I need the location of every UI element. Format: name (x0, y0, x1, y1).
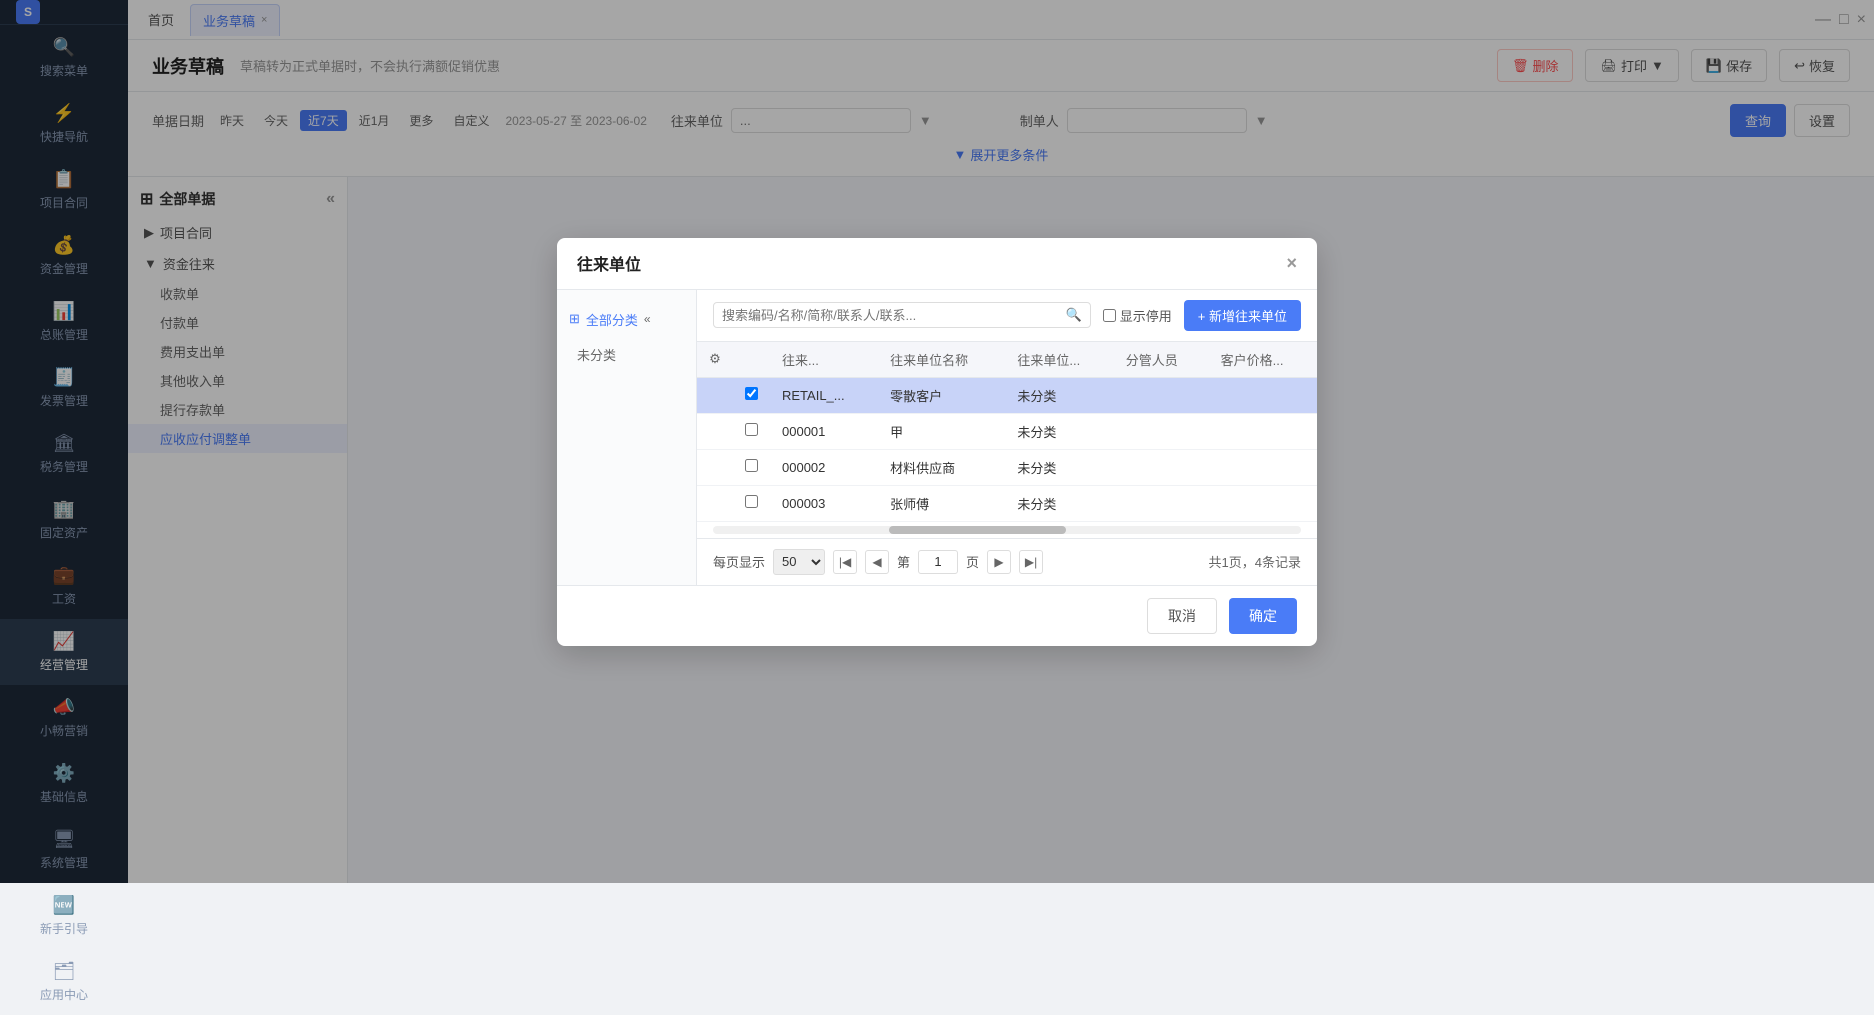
partner-dialog: 往来单位 × ⊞ 全部分类 « 未分类 (557, 238, 1317, 646)
row-manager-cell (1114, 413, 1209, 449)
row-price-cell (1209, 485, 1317, 521)
row-settings-cell (697, 449, 733, 485)
appcenter-icon: 🗂 (53, 961, 76, 982)
row-name-cell: 甲 (878, 413, 1005, 449)
scroll-thumb (889, 526, 1065, 534)
collapse-arrow-icon[interactable]: « (644, 312, 651, 326)
dialog-pagination: 每页显示 50 10 20 100 |◀ ◀ 第 页 ▶ ▶| 共1页，4条记录 (697, 538, 1317, 585)
partner-table: ⚙ 往来... 往来单位名称 往来单位... 分管人员 客户价格... (697, 342, 1317, 522)
total-info: 共1页，4条记录 (1209, 552, 1301, 571)
cancel-button[interactable]: 取消 (1147, 598, 1217, 634)
dialog-right-panel: 🔍 显示停用 + 新增往来单位 ⚙ (697, 290, 1317, 585)
sidebar-item-newguide[interactable]: 🆕 新手引导 (0, 883, 128, 949)
per-page-label: 每页显示 (713, 552, 765, 571)
row-code-cell: RETAIL_... (770, 377, 878, 413)
th-type[interactable]: 往来单位... (1005, 342, 1113, 378)
dialog-footer: 取消 确定 (557, 585, 1317, 646)
table-row[interactable]: RETAIL_... 零散客户 未分类 (697, 377, 1317, 413)
row-settings-cell (697, 413, 733, 449)
th-price[interactable]: 客户价格... (1209, 342, 1317, 378)
row-code-cell: 000002 (770, 449, 878, 485)
confirm-button[interactable]: 确定 (1229, 598, 1297, 634)
category-all[interactable]: ⊞ 全部分类 « (557, 302, 696, 337)
first-page-btn[interactable]: |◀ (833, 550, 857, 574)
table-header-row: ⚙ 往来... 往来单位名称 往来单位... 分管人员 客户价格... (697, 342, 1317, 378)
sidebar-item-label: 应用中心 (40, 986, 88, 1003)
table-body: RETAIL_... 零散客户 未分类 000001 甲 未分类 000002 … (697, 377, 1317, 521)
sidebar-item-appcenter[interactable]: 🗂 应用中心 (0, 949, 128, 1015)
per-page-select[interactable]: 50 10 20 100 (773, 549, 825, 575)
row-price-cell (1209, 449, 1317, 485)
row-name-cell: 零散客户 (878, 377, 1005, 413)
dialog-table: ⚙ 往来... 往来单位名称 往来单位... 分管人员 客户价格... (697, 342, 1317, 522)
last-page-btn[interactable]: ▶| (1019, 550, 1043, 574)
th-code[interactable]: 往来... (770, 342, 878, 378)
dialog-header: 往来单位 × (557, 238, 1317, 290)
row-manager-cell (1114, 485, 1209, 521)
row-check-cell[interactable] (733, 485, 770, 521)
row-type-cell: 未分类 (1005, 449, 1113, 485)
row-check-cell[interactable] (733, 377, 770, 413)
dialog-category-panel: ⊞ 全部分类 « 未分类 (557, 290, 697, 585)
table-row[interactable]: 000001 甲 未分类 (697, 413, 1317, 449)
show-disabled-input[interactable] (1103, 309, 1116, 322)
row-manager-cell (1114, 377, 1209, 413)
row-name-cell: 材料供应商 (878, 449, 1005, 485)
th-name[interactable]: 往来单位名称 (878, 342, 1005, 378)
dialog-overlay: 往来单位 × ⊞ 全部分类 « 未分类 (0, 0, 1874, 883)
table-row[interactable]: 000002 材料供应商 未分类 (697, 449, 1317, 485)
add-partner-button[interactable]: + 新增往来单位 (1184, 300, 1301, 331)
row-type-cell: 未分类 (1005, 377, 1113, 413)
row-name-cell: 张师傅 (878, 485, 1005, 521)
row-code-cell: 000003 (770, 485, 878, 521)
dialog-body: ⊞ 全部分类 « 未分类 🔍 显示停 (557, 290, 1317, 585)
search-icon: 🔍 (1066, 307, 1082, 323)
row-check-cell[interactable] (733, 413, 770, 449)
dialog-toolbar: 🔍 显示停用 + 新增往来单位 (697, 290, 1317, 342)
row-manager-cell (1114, 449, 1209, 485)
grid-icon: ⊞ (569, 311, 580, 327)
row-check-cell[interactable] (733, 449, 770, 485)
th-settings[interactable]: ⚙ (697, 342, 733, 378)
page-no-label: 第 (897, 552, 910, 571)
search-box: 🔍 (713, 302, 1091, 328)
sidebar-item-label: 新手引导 (40, 920, 88, 937)
row-type-cell: 未分类 (1005, 485, 1113, 521)
row-price-cell (1209, 413, 1317, 449)
prev-page-btn[interactable]: ◀ (865, 550, 889, 574)
dialog-close-button[interactable]: × (1286, 253, 1297, 274)
row-type-cell: 未分类 (1005, 413, 1113, 449)
th-manager[interactable]: 分管人员 (1114, 342, 1209, 378)
table-row[interactable]: 000003 张师傅 未分类 (697, 485, 1317, 521)
next-page-btn[interactable]: ▶ (987, 550, 1011, 574)
row-code-cell: 000001 (770, 413, 878, 449)
row-settings-cell (697, 377, 733, 413)
horizontal-scrollbar[interactable] (713, 526, 1301, 534)
newguide-icon: 🆕 (53, 895, 75, 916)
category-unclassified[interactable]: 未分类 (557, 337, 696, 372)
row-settings-cell (697, 485, 733, 521)
partner-search-input[interactable] (722, 308, 1060, 323)
row-price-cell (1209, 377, 1317, 413)
show-disabled-checkbox[interactable]: 显示停用 (1103, 306, 1172, 325)
dialog-title: 往来单位 (577, 251, 641, 275)
th-check (733, 342, 770, 378)
current-page-input[interactable] (918, 550, 958, 574)
page-word: 页 (966, 552, 979, 571)
